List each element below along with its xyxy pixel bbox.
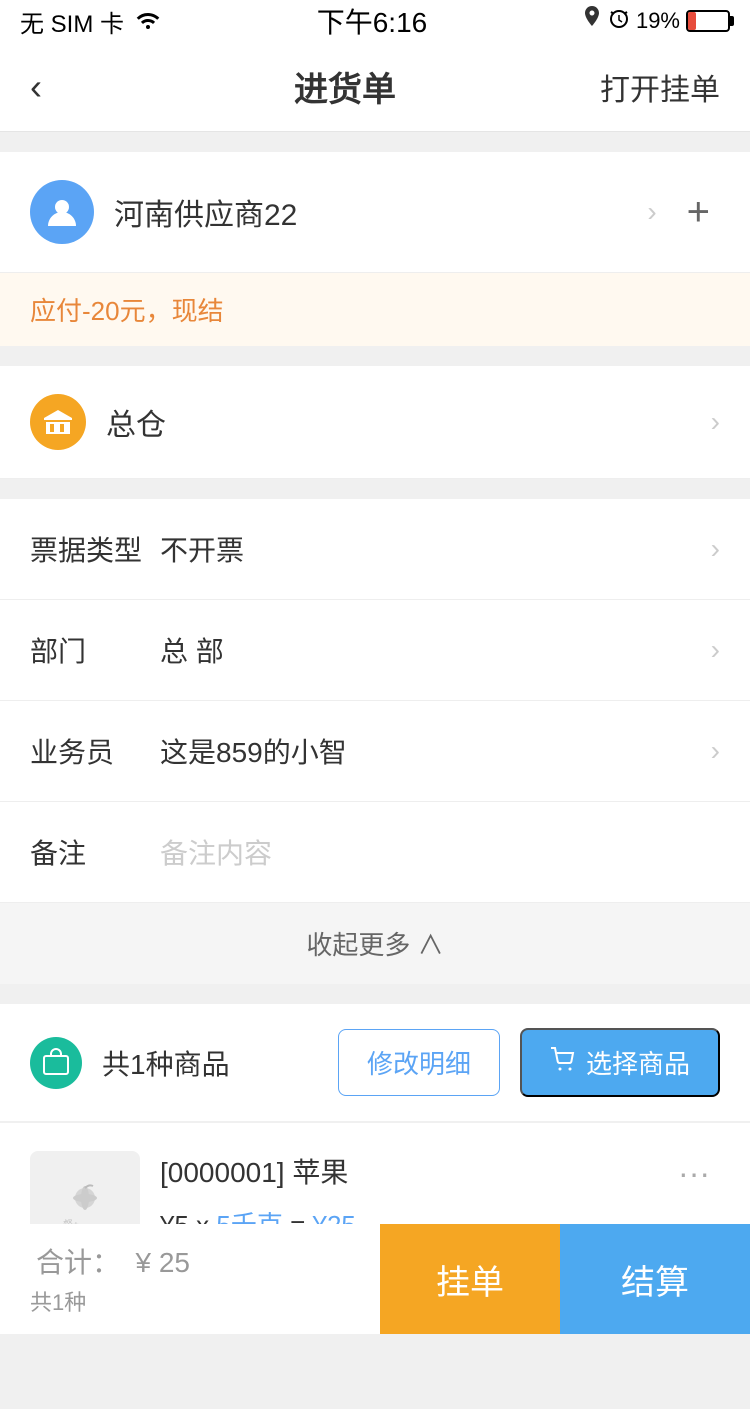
salesperson-row[interactable]: 业务员 这是859的小智 › (0, 701, 750, 802)
supplier-avatar (30, 180, 94, 244)
product-name: [0000001] 苹果 (160, 1151, 648, 1191)
supplier-name: 河南供应商22 (114, 190, 647, 234)
battery-icon (686, 10, 730, 32)
chevron-right-icon: › (647, 196, 656, 228)
location-icon (582, 6, 602, 36)
battery-percent: 19% (636, 8, 680, 34)
total-section: 合计： ¥ 25 共1种 (0, 1224, 380, 1334)
checkout-button[interactable]: 结算 (560, 1224, 750, 1334)
department-chevron-icon: › (711, 634, 720, 666)
products-icon (30, 1037, 82, 1089)
divider-3 (0, 479, 750, 499)
invoice-value: 不开票 (160, 529, 711, 569)
status-right: 19% (582, 6, 730, 36)
collapse-label: 收起更多 ∧ (306, 930, 443, 960)
warehouse-icon (30, 394, 86, 450)
alarm-icon (608, 7, 630, 35)
invoice-row[interactable]: 票据类型 不开票 › (0, 499, 750, 600)
remark-input[interactable]: 备注内容 (160, 832, 720, 872)
product-title: 苹果 (292, 1157, 348, 1188)
department-value: 总 部 (160, 630, 711, 670)
collapse-row[interactable]: 收起更多 ∧ (0, 903, 750, 984)
add-supplier-button[interactable]: + (677, 190, 720, 235)
supplier-section: 河南供应商22 › + 应付-20元，现结 (0, 152, 750, 346)
total-amount: 合计： ¥ 25 (30, 1241, 350, 1281)
wifi-icon (134, 7, 162, 36)
nav-bar: ‹ 进货单 打开挂单 (0, 42, 750, 132)
total-sub: 共1种 (30, 1285, 350, 1317)
products-count: 共1种商品 (102, 1043, 318, 1083)
products-header: 共1种商品 修改明细 选择商品 (0, 1004, 750, 1121)
total-label: 合计： (36, 1247, 120, 1278)
payment-notice: 应付-20元，现结 (0, 273, 750, 346)
total-value: ¥ 25 (135, 1247, 190, 1278)
department-row[interactable]: 部门 总 部 › (0, 600, 750, 701)
divider-1 (0, 132, 750, 152)
salesperson-label: 业务员 (30, 731, 160, 771)
salesperson-chevron-icon: › (711, 735, 720, 767)
remark-label: 备注 (30, 832, 160, 872)
divider-2 (0, 346, 750, 366)
department-label: 部门 (30, 630, 160, 670)
invoice-label: 票据类型 (30, 529, 160, 569)
page-title: 进货单 (90, 62, 600, 111)
invoice-chevron-icon: › (711, 533, 720, 565)
supplier-row[interactable]: 河南供应商22 › + (0, 152, 750, 273)
modify-detail-button[interactable]: 修改明细 (338, 1029, 500, 1096)
warehouse-chevron-icon: › (711, 406, 720, 438)
carrier-text: 无 SIM 卡 (20, 4, 124, 39)
select-product-label: 选择商品 (586, 1044, 690, 1081)
salesperson-value: 这是859的小智 (160, 731, 711, 771)
hang-button[interactable]: 挂单 (380, 1224, 560, 1334)
open-pending-button[interactable]: 打开挂单 (600, 65, 720, 109)
form-section: 票据类型 不开票 › 部门 总 部 › 业务员 这是859的小智 › 备注 备注… (0, 499, 750, 903)
status-time: 下午6:16 (317, 1, 428, 41)
status-left: 无 SIM 卡 (20, 4, 162, 39)
status-bar: 无 SIM 卡 下午6:16 19% (0, 0, 750, 42)
warehouse-section: 总仓 › (0, 366, 750, 479)
select-product-button[interactable]: 选择商品 (520, 1028, 720, 1097)
bottom-bar: 合计： ¥ 25 共1种 挂单 结算 (0, 1224, 750, 1334)
warehouse-name: 总仓 (106, 400, 711, 444)
cart-icon (550, 1047, 578, 1078)
product-id: [0000001] (160, 1157, 285, 1188)
warehouse-row[interactable]: 总仓 › (0, 366, 750, 479)
divider-4 (0, 984, 750, 1004)
back-button[interactable]: ‹ (30, 66, 90, 108)
remark-row[interactable]: 备注 备注内容 (0, 802, 750, 903)
product-menu-button[interactable]: ··· (668, 1151, 720, 1196)
